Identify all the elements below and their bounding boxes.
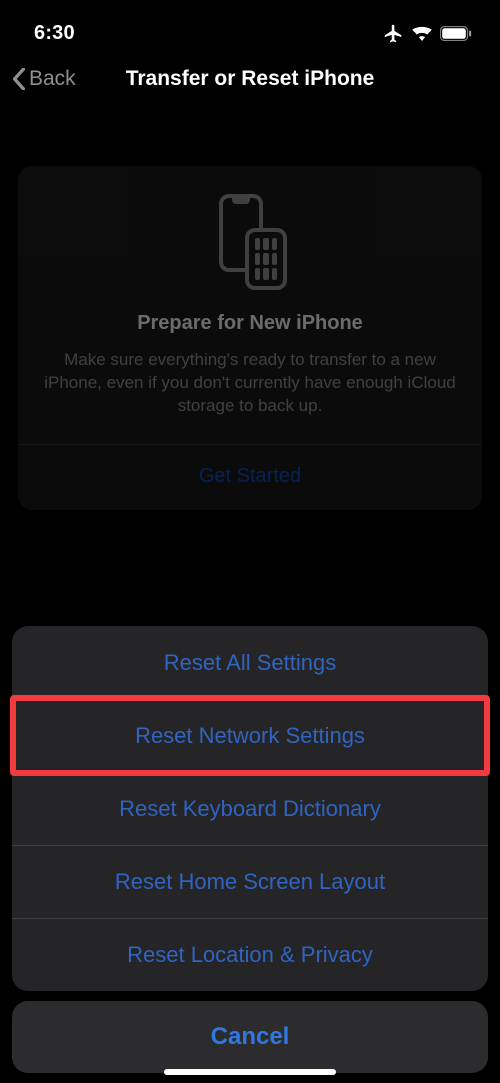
back-label: Back <box>29 67 76 91</box>
reset-keyboard-dictionary-button[interactable]: Reset Keyboard Dictionary <box>12 772 488 845</box>
airplane-mode-icon <box>383 23 404 44</box>
prepare-title: Prepare for New iPhone <box>40 312 460 335</box>
status-icons <box>383 23 472 44</box>
chevron-left-icon <box>12 68 26 90</box>
home-indicator[interactable] <box>164 1069 336 1075</box>
transfer-phones-icon <box>213 194 287 290</box>
reset-network-settings-button[interactable]: Reset Network Settings <box>12 699 488 772</box>
get-started-button[interactable]: Get Started <box>40 445 460 510</box>
status-time: 6:30 <box>34 22 75 45</box>
prepare-body: Make sure everything's ready to transfer… <box>40 349 460 418</box>
cancel-button[interactable]: Cancel <box>12 1001 488 1073</box>
wifi-icon <box>411 25 433 41</box>
page-content-dimmed: Prepare for New iPhone Make sure everyth… <box>0 108 500 510</box>
action-sheet-options: Reset All Settings Reset Network Setting… <box>12 626 488 991</box>
back-button[interactable]: Back <box>12 67 76 91</box>
battery-icon <box>440 26 472 41</box>
prepare-card: Prepare for New iPhone Make sure everyth… <box>18 166 482 510</box>
page-title: Transfer or Reset iPhone <box>126 67 375 91</box>
reset-location-privacy-button[interactable]: Reset Location & Privacy <box>12 918 488 991</box>
status-bar: 6:30 <box>0 0 500 54</box>
navigation-bar: Back Transfer or Reset iPhone <box>0 54 500 108</box>
reset-all-settings-button[interactable]: Reset All Settings <box>12 626 488 699</box>
reset-home-screen-layout-button[interactable]: Reset Home Screen Layout <box>12 845 488 918</box>
action-sheet: Reset All Settings Reset Network Setting… <box>0 626 500 1083</box>
